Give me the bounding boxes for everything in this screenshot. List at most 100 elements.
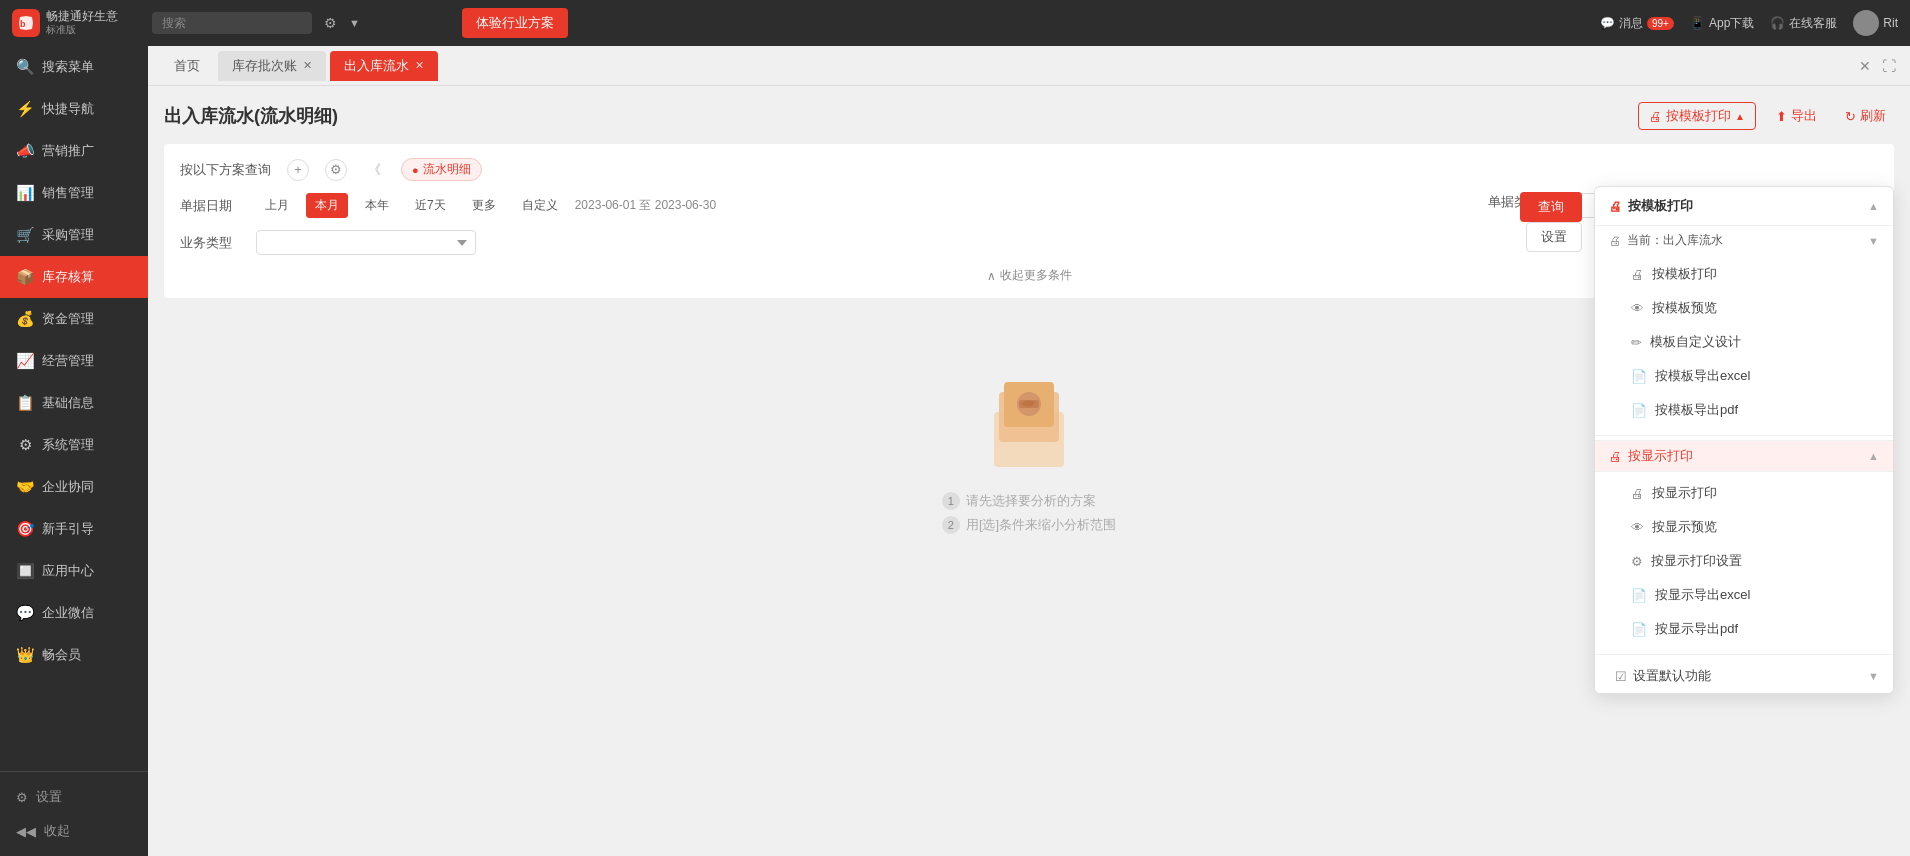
sidebar-item-member[interactable]: 👑 畅会员 — [0, 634, 148, 676]
dropdown-collapse-btn[interactable]: ▲ — [1868, 200, 1879, 212]
empty-hints: 1 请先选择要分析的方案 2 用[选]条件来缩小分析范围 — [942, 492, 1116, 540]
tab-batch-account[interactable]: 库存批次账 ✕ — [218, 51, 326, 81]
current-section-row: 🖨 当前：出入库流水 ▼ — [1595, 226, 1893, 253]
print-icon-header: 🖨 — [1609, 199, 1622, 214]
sidebar-label-basic: 基础信息 — [42, 394, 94, 412]
dropdown-item-export-pdf-display[interactable]: 📄 按显示导出pdf — [1595, 612, 1893, 646]
sidebar-label-finance: 资金管理 — [42, 310, 94, 328]
default-setting-item: ☑ 设置默认功能 — [1615, 667, 1711, 685]
online-service-btn[interactable]: 🎧 在线客服 — [1770, 15, 1837, 32]
message-btn[interactable]: 💬 消息 99+ — [1600, 15, 1674, 32]
dropdown-divider-2 — [1595, 654, 1893, 655]
headset-icon: 🎧 — [1770, 16, 1785, 30]
tab-close-btn[interactable]: ✕ — [1856, 57, 1874, 75]
default-setting-row[interactable]: ☑ 设置默认功能 ▼ — [1595, 659, 1893, 693]
chevron-up-icon: ∧ — [987, 269, 996, 283]
sidebar-item-finance[interactable]: 💰 资金管理 — [0, 298, 148, 340]
settings-btn[interactable]: 设置 — [1526, 222, 1582, 252]
sidebar-item-sales[interactable]: 📊 销售管理 — [0, 172, 148, 214]
system-icon: ⚙ — [16, 436, 34, 454]
tab-batch-account-close[interactable]: ✕ — [303, 59, 312, 72]
sidebar-collapse-btn[interactable]: ◀◀ 收起 — [0, 814, 148, 848]
display-section: 🖨 按显示打印 👁 按显示预览 ⚙ 按显示打印设置 📄 按显示导出excel — [1595, 472, 1893, 650]
dropdown-item-pdf-display-label: 按显示导出pdf — [1655, 620, 1738, 638]
dropdown-item-print-template[interactable]: 🖨 按模板打印 — [1595, 257, 1893, 291]
filter-setting-btn[interactable]: ⚙ — [325, 159, 347, 181]
tab-in-out-flow-close[interactable]: ✕ — [415, 59, 424, 72]
preview-display-icon: 👁 — [1631, 520, 1644, 535]
sidebar-label-sales: 销售管理 — [42, 184, 94, 202]
date-recent-7-btn[interactable]: 近7天 — [406, 193, 455, 218]
date-this-year-btn[interactable]: 本年 — [356, 193, 398, 218]
top-search-input[interactable] — [152, 12, 312, 34]
query-btn[interactable]: 查询 — [1520, 192, 1582, 222]
print-template-btn[interactable]: 🖨 按模板打印 ▲ — [1638, 102, 1756, 130]
sidebar-item-enterprise[interactable]: 🤝 企业协同 — [0, 466, 148, 508]
sidebar-item-system[interactable]: ⚙ 系统管理 — [0, 424, 148, 466]
top-search-gear[interactable]: ⚙ — [320, 13, 341, 33]
default-setting-icon: ☑ — [1615, 669, 1627, 684]
dropdown-item-export-excel-display[interactable]: 📄 按显示导出excel — [1595, 578, 1893, 612]
dropdown-item-preview-display-label: 按显示预览 — [1652, 518, 1717, 536]
tab-bar: 首页 库存批次账 ✕ 出入库流水 ✕ ✕ ⛶ — [148, 46, 1910, 86]
hint-num-2: 2 — [942, 516, 960, 534]
more-options-btn[interactable]: ··· — [1497, 192, 1512, 222]
user-btn[interactable]: Rit — [1853, 10, 1898, 36]
export-btn[interactable]: ⬆ 导出 — [1768, 103, 1825, 129]
dropdown-item-export-pdf-template[interactable]: 📄 按模板导出pdf — [1595, 393, 1893, 427]
current-label: 🖨 当前：出入库流水 — [1609, 232, 1723, 249]
sidebar-label-marketing: 营销推广 — [42, 142, 94, 160]
top-search-chevron[interactable]: ▼ — [349, 17, 360, 29]
sidebar-item-operation[interactable]: 📈 经营管理 — [0, 340, 148, 382]
date-custom-btn[interactable]: 自定义 — [513, 193, 567, 218]
refresh-btn[interactable]: ↻ 刷新 — [1837, 103, 1894, 129]
sidebar-item-purchase[interactable]: 🛒 采购管理 — [0, 214, 148, 256]
empty-hint-1: 1 请先选择要分析的方案 — [942, 492, 1116, 510]
display-section-label: 按显示打印 — [1628, 447, 1693, 465]
sidebar-item-marketing[interactable]: 📣 营销推广 — [0, 130, 148, 172]
dropdown-item-customize-label: 模板自定义设计 — [1650, 333, 1741, 351]
tab-home-label: 首页 — [174, 57, 200, 75]
collapse-more-label: 收起更多条件 — [1000, 267, 1072, 284]
dropdown-item-preview-template-label: 按模板预览 — [1652, 299, 1717, 317]
sidebar-item-guide[interactable]: 🎯 新手引导 — [0, 508, 148, 550]
member-icon: 👑 — [16, 646, 34, 664]
sidebar-item-wechat[interactable]: 💬 企业微信 — [0, 592, 148, 634]
date-this-month-btn[interactable]: 本月 — [306, 193, 348, 218]
export-icon: ⬆ — [1776, 109, 1787, 124]
display-section-chevron[interactable]: ▲ — [1868, 450, 1879, 462]
purchase-icon: 🛒 — [16, 226, 34, 244]
app-download-btn[interactable]: 📱 App下载 — [1690, 15, 1754, 32]
dropdown-item-preview-template[interactable]: 👁 按模板预览 — [1595, 291, 1893, 325]
business-type-select[interactable] — [256, 230, 476, 255]
settings-btn-area: 设置 — [1526, 222, 1582, 252]
sidebar-item-basic[interactable]: 📋 基础信息 — [0, 382, 148, 424]
sidebar-item-inventory[interactable]: 📦 库存核算 — [0, 256, 148, 298]
sidebar-label-wechat: 企业微信 — [42, 604, 94, 622]
date-last-month-btn[interactable]: 上月 — [256, 193, 298, 218]
dropdown-item-print-display[interactable]: 🖨 按显示打印 — [1595, 476, 1893, 510]
date-more-btn[interactable]: 更多 — [463, 193, 505, 218]
tab-home[interactable]: 首页 — [160, 51, 214, 81]
dropdown-item-preview-display[interactable]: 👁 按显示预览 — [1595, 510, 1893, 544]
sidebar-item-app-center[interactable]: 🔲 应用中心 — [0, 550, 148, 592]
filter-add-btn[interactable]: + — [287, 159, 309, 181]
settings-display-icon: ⚙ — [1631, 554, 1643, 569]
sidebar-settings-btn[interactable]: ⚙ 设置 — [0, 780, 148, 814]
sidebar-label-purchase: 采购管理 — [42, 226, 94, 244]
tab-maximize-btn[interactable]: ⛶ — [1880, 57, 1898, 75]
tab-in-out-flow[interactable]: 出入库流水 ✕ — [330, 51, 438, 81]
sidebar-item-quick-nav[interactable]: ⚡ 快捷导航 — [0, 88, 148, 130]
dropdown-item-export-excel-template[interactable]: 📄 按模板导出excel — [1595, 359, 1893, 393]
query-settings-area: ··· 查询 — [1497, 192, 1582, 222]
sidebar-item-search[interactable]: 🔍 搜索菜单 — [0, 46, 148, 88]
dropdown-item-print-settings-display[interactable]: ⚙ 按显示打印设置 — [1595, 544, 1893, 578]
dropdown-item-customize-template[interactable]: ✏ 模板自定义设计 — [1595, 325, 1893, 359]
finance-icon: 💰 — [16, 310, 34, 328]
collapse-more-btn[interactable]: ∧ 收起更多条件 — [987, 267, 1072, 284]
filter-tag-label: 流水明细 — [423, 161, 471, 178]
filter-tag: ● 流水明细 — [401, 158, 482, 181]
display-print-icon: 🖨 — [1609, 449, 1622, 464]
trial-btn[interactable]: 体验行业方案 — [462, 8, 568, 38]
filter-collapse-btn[interactable]: 《 — [363, 159, 385, 181]
